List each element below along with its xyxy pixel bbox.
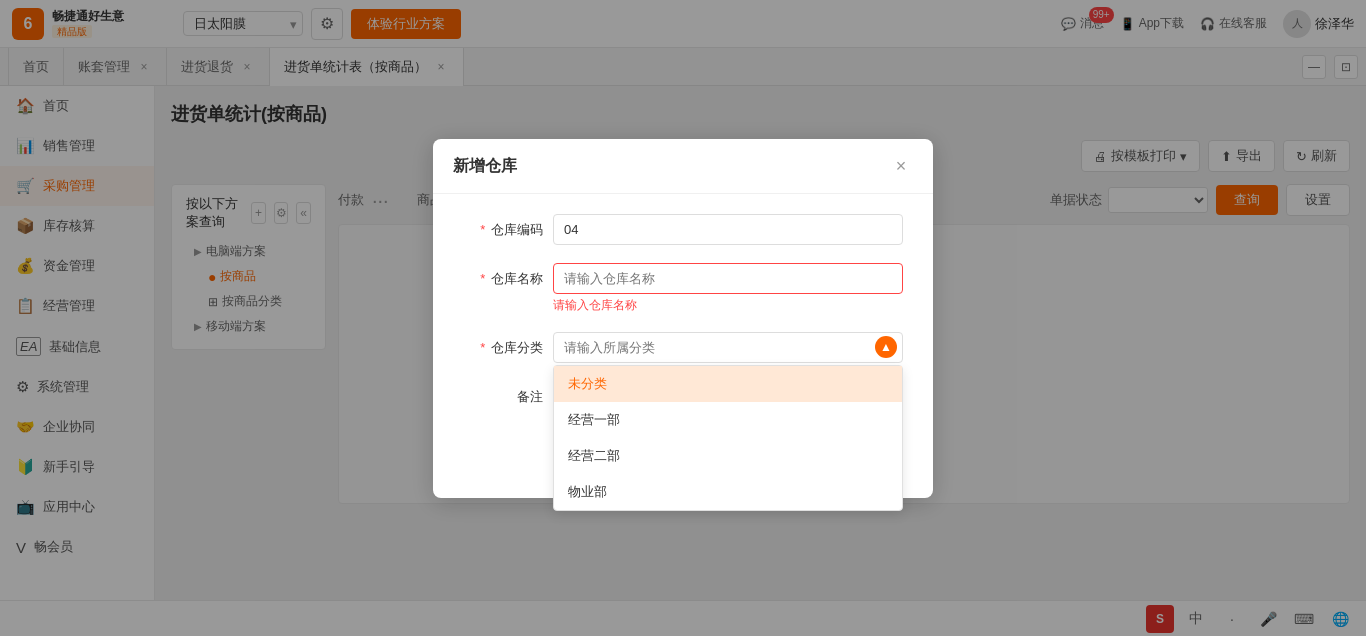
warehouse-name-input[interactable] xyxy=(553,263,903,294)
cat-option-dept1[interactable]: 经营一部 xyxy=(554,402,902,438)
note-label: 备注 xyxy=(463,381,543,406)
modal-body: * 仓库编码 * 仓库名称 请输入仓库名称 xyxy=(433,194,933,444)
name-field-wrap: 请输入仓库名称 xyxy=(553,263,903,314)
code-field-wrap xyxy=(553,214,903,245)
cat-option-property[interactable]: 物业部 xyxy=(554,474,902,510)
category-toggle-btn[interactable]: ▲ xyxy=(875,336,897,358)
required-star3: * xyxy=(480,340,485,355)
modal-title: 新增仓库 xyxy=(453,156,517,177)
name-label: * 仓库名称 xyxy=(463,263,543,288)
warehouse-category-input[interactable] xyxy=(553,332,903,363)
category-label: * 仓库分类 xyxy=(463,332,543,357)
modal-header: 新增仓库 × xyxy=(433,139,933,194)
form-row-code: * 仓库编码 xyxy=(463,214,903,245)
required-star: * xyxy=(480,222,485,237)
form-row-category: * 仓库分类 ▲ 未分类 经营一部 经营二部 物业部 xyxy=(463,332,903,363)
warehouse-code-input[interactable] xyxy=(553,214,903,245)
code-label: * 仓库编码 xyxy=(463,214,543,239)
cat-option-dept2[interactable]: 经营二部 xyxy=(554,438,902,474)
cat-option-unclassified[interactable]: 未分类 xyxy=(554,366,902,402)
new-warehouse-modal: 新增仓库 × * 仓库编码 * 仓库名称 xyxy=(433,139,933,498)
required-star2: * xyxy=(480,271,485,286)
name-error-msg: 请输入仓库名称 xyxy=(553,297,903,314)
modal-close-button[interactable]: × xyxy=(889,155,913,179)
category-dropdown: 未分类 经营一部 经营二部 物业部 xyxy=(553,365,903,511)
modal-overlay[interactable]: 新增仓库 × * 仓库编码 * 仓库名称 xyxy=(0,0,1366,636)
form-row-name: * 仓库名称 请输入仓库名称 xyxy=(463,263,903,314)
category-field-wrap: ▲ 未分类 经营一部 经营二部 物业部 xyxy=(553,332,903,363)
